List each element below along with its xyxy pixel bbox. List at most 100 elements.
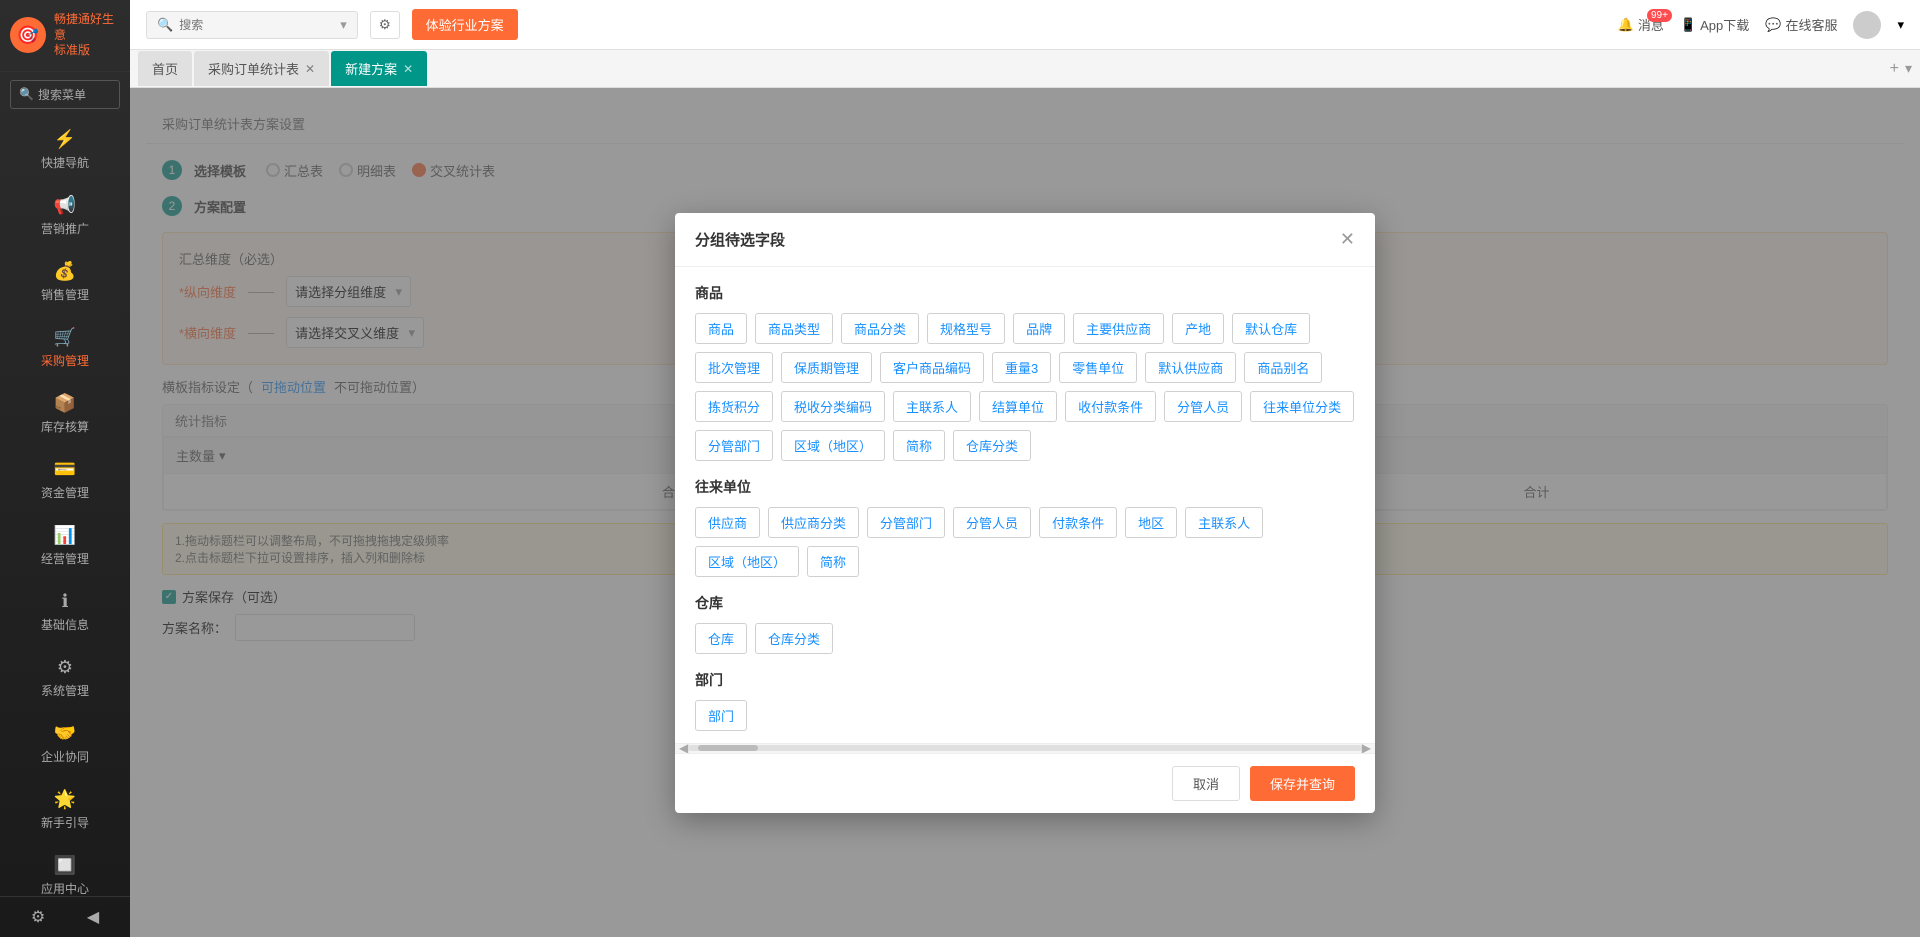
- collab-icon: 🤝: [54, 723, 76, 744]
- tag-dept2[interactable]: 分管部门: [867, 507, 945, 538]
- tag-pick-points[interactable]: 拣货积分: [695, 391, 773, 422]
- finance-icon: 💳: [54, 459, 76, 480]
- online-service-item[interactable]: 💬 在线客服: [1765, 15, 1837, 34]
- inventory-icon: 📦: [54, 393, 76, 414]
- dialog-title: 分组待选字段: [695, 229, 785, 250]
- tag-region2[interactable]: 区域（地区）: [695, 546, 799, 577]
- sidebar-item-basic-info[interactable]: ℹ 基础信息: [0, 579, 130, 645]
- tag-supplier[interactable]: 供应商: [695, 507, 760, 538]
- tag-default-warehouse[interactable]: 默认仓库: [1232, 313, 1310, 344]
- sidebar-item-app-center[interactable]: 🔲 应用中心: [0, 843, 130, 896]
- section-goods-tags: 商品 商品类型 商品分类 规格型号 品牌 主要供应商 产地 默认仓库 批次管理 …: [695, 313, 1355, 461]
- notification-item[interactable]: 🔔 消息 99+: [1618, 15, 1664, 34]
- sidebar-item-inventory[interactable]: 📦 库存核算: [0, 381, 130, 447]
- tag-warehouse[interactable]: 仓库: [695, 623, 747, 654]
- tag-region[interactable]: 区域（地区）: [781, 430, 885, 461]
- tag-district[interactable]: 地区: [1125, 507, 1177, 538]
- sidebar-item-operations[interactable]: 📊 经营管理: [0, 513, 130, 579]
- system-icon: ⚙: [57, 657, 73, 678]
- section-department-tags: 部门: [695, 700, 1355, 731]
- guide-icon: 🌟: [54, 789, 76, 810]
- search-dropdown-icon[interactable]: ▾: [340, 17, 347, 33]
- tag-manager2[interactable]: 分管人员: [953, 507, 1031, 538]
- tag-department[interactable]: 部门: [695, 700, 747, 731]
- user-menu-icon[interactable]: ▾: [1897, 17, 1904, 33]
- sidebar-item-guide[interactable]: 🌟 新手引导: [0, 777, 130, 843]
- section-partner-title: 往来单位: [695, 477, 1355, 497]
- sidebar-item-marketing[interactable]: 📢 营销推广: [0, 183, 130, 249]
- tag-customer-code[interactable]: 客户商品编码: [880, 352, 984, 383]
- tag-main-supplier[interactable]: 主要供应商: [1073, 313, 1164, 344]
- section-department: 部门 部门: [695, 670, 1355, 731]
- tag-payment2[interactable]: 付款条件: [1039, 507, 1117, 538]
- operations-icon: 📊: [54, 525, 76, 546]
- tag-short2[interactable]: 简称: [807, 546, 859, 577]
- tag-expiry-mgmt[interactable]: 保质期管理: [781, 352, 872, 383]
- sidebar-item-sales[interactable]: 💰 销售管理: [0, 249, 130, 315]
- tag-wh-category[interactable]: 仓库分类: [953, 430, 1031, 461]
- quick-nav-icon: ⚡: [54, 129, 76, 150]
- tag-supplier-category[interactable]: 供应商分类: [768, 507, 859, 538]
- tab-add-button[interactable]: +: [1890, 60, 1899, 78]
- dialog-footer: 取消 保存并查询: [675, 753, 1375, 813]
- tag-spec-model[interactable]: 规格型号: [927, 313, 1005, 344]
- sidebar-item-purchase[interactable]: 🛒 采购管理: [0, 315, 130, 381]
- user-avatar[interactable]: [1853, 11, 1881, 39]
- tag-manager[interactable]: 分管人员: [1164, 391, 1242, 422]
- logo-text: 畅捷通好生意 标准版: [54, 12, 120, 59]
- main-area: 🔍 ▾ ⚙ 体验行业方案 🔔 消息 99+ 📱 App下载 💬 在线客服: [130, 0, 1920, 937]
- search-menu-button[interactable]: 🔍 搜索菜单: [10, 80, 120, 109]
- tag-partner-category[interactable]: 往来单位分类: [1250, 391, 1354, 422]
- tag-warehouse-cat[interactable]: 仓库分类: [755, 623, 833, 654]
- tab-purchase-stats[interactable]: 采购订单统计表 ✕: [194, 51, 329, 86]
- sidebar-item-system[interactable]: ⚙ 系统管理: [0, 645, 130, 711]
- sidebar-item-collab[interactable]: 🤝 企业协同: [0, 711, 130, 777]
- sidebar-bottom: ⚙ ◀: [0, 896, 130, 937]
- dialog-close-button[interactable]: ✕: [1340, 229, 1355, 250]
- tag-dept[interactable]: 分管部门: [695, 430, 773, 461]
- sidebar-nav: ⚡ 快捷导航 📢 营销推广 💰 销售管理 🛒 采购管理 📦 库存核算 💳: [0, 117, 130, 896]
- gear-button[interactable]: ⚙: [370, 11, 400, 39]
- tag-main-contact[interactable]: 主联系人: [893, 391, 971, 422]
- app-download-icon: 📱: [1680, 17, 1696, 33]
- trial-button[interactable]: 体验行业方案: [412, 9, 518, 40]
- dialog-header: 分组待选字段 ✕: [675, 213, 1375, 267]
- tag-payment-terms[interactable]: 收付款条件: [1065, 391, 1156, 422]
- confirm-button[interactable]: 保存并查询: [1250, 766, 1355, 801]
- cancel-button[interactable]: 取消: [1172, 766, 1240, 801]
- tag-goods[interactable]: 商品: [695, 313, 747, 344]
- hscroll-thumb[interactable]: [698, 745, 758, 751]
- section-warehouse: 仓库 仓库 仓库分类: [695, 593, 1355, 654]
- sidebar-search-area: 🔍 搜索菜单: [0, 72, 130, 117]
- tag-batch-mgmt[interactable]: 批次管理: [695, 352, 773, 383]
- tag-short-name[interactable]: 简称: [893, 430, 945, 461]
- tag-default-supplier[interactable]: 默认供应商: [1145, 352, 1236, 383]
- tag-brand[interactable]: 品牌: [1013, 313, 1065, 344]
- dialog-body[interactable]: 商品 商品 商品类型 商品分类 规格型号 品牌 主要供应商 产地 默认仓库 批次…: [675, 267, 1375, 743]
- tab-new-plan-close[interactable]: ✕: [403, 62, 413, 76]
- tag-settlement-unit[interactable]: 结算单位: [979, 391, 1057, 422]
- tab-home[interactable]: 首页: [138, 51, 192, 86]
- tab-purchase-stats-close[interactable]: ✕: [305, 62, 315, 76]
- tag-goods-type[interactable]: 商品类型: [755, 313, 833, 344]
- settings-bottom-btn[interactable]: ⚙: [31, 907, 45, 927]
- tag-goods-alias[interactable]: 商品别名: [1244, 352, 1322, 383]
- tab-new-plan[interactable]: 新建方案 ✕: [331, 51, 427, 86]
- tag-contact2[interactable]: 主联系人: [1185, 507, 1263, 538]
- tag-retail-unit[interactable]: 零售单位: [1059, 352, 1137, 383]
- tab-more-button[interactable]: ▾: [1905, 60, 1912, 77]
- tag-weight3[interactable]: 重量3: [992, 352, 1051, 383]
- tag-tax-code[interactable]: 税收分类编码: [781, 391, 885, 422]
- tag-origin[interactable]: 产地: [1172, 313, 1224, 344]
- top-search-box[interactable]: 🔍 ▾: [146, 11, 358, 39]
- sidebar-item-finance[interactable]: 💳 资金管理: [0, 447, 130, 513]
- toggle-bottom-btn[interactable]: ◀: [87, 907, 99, 927]
- tag-goods-category[interactable]: 商品分类: [841, 313, 919, 344]
- sidebar-item-quick-nav[interactable]: ⚡ 快捷导航: [0, 117, 130, 183]
- dialog-hscrollbar[interactable]: ◀ ▶: [675, 743, 1375, 753]
- top-search-input[interactable]: [179, 18, 334, 32]
- app-download-item[interactable]: 📱 App下载: [1680, 15, 1749, 34]
- notification-badge: 99+: [1647, 9, 1672, 22]
- section-partner: 往来单位 供应商 供应商分类 分管部门 分管人员 付款条件 地区 主联系人 区域…: [695, 477, 1355, 577]
- app-center-icon: 🔲: [54, 855, 76, 876]
